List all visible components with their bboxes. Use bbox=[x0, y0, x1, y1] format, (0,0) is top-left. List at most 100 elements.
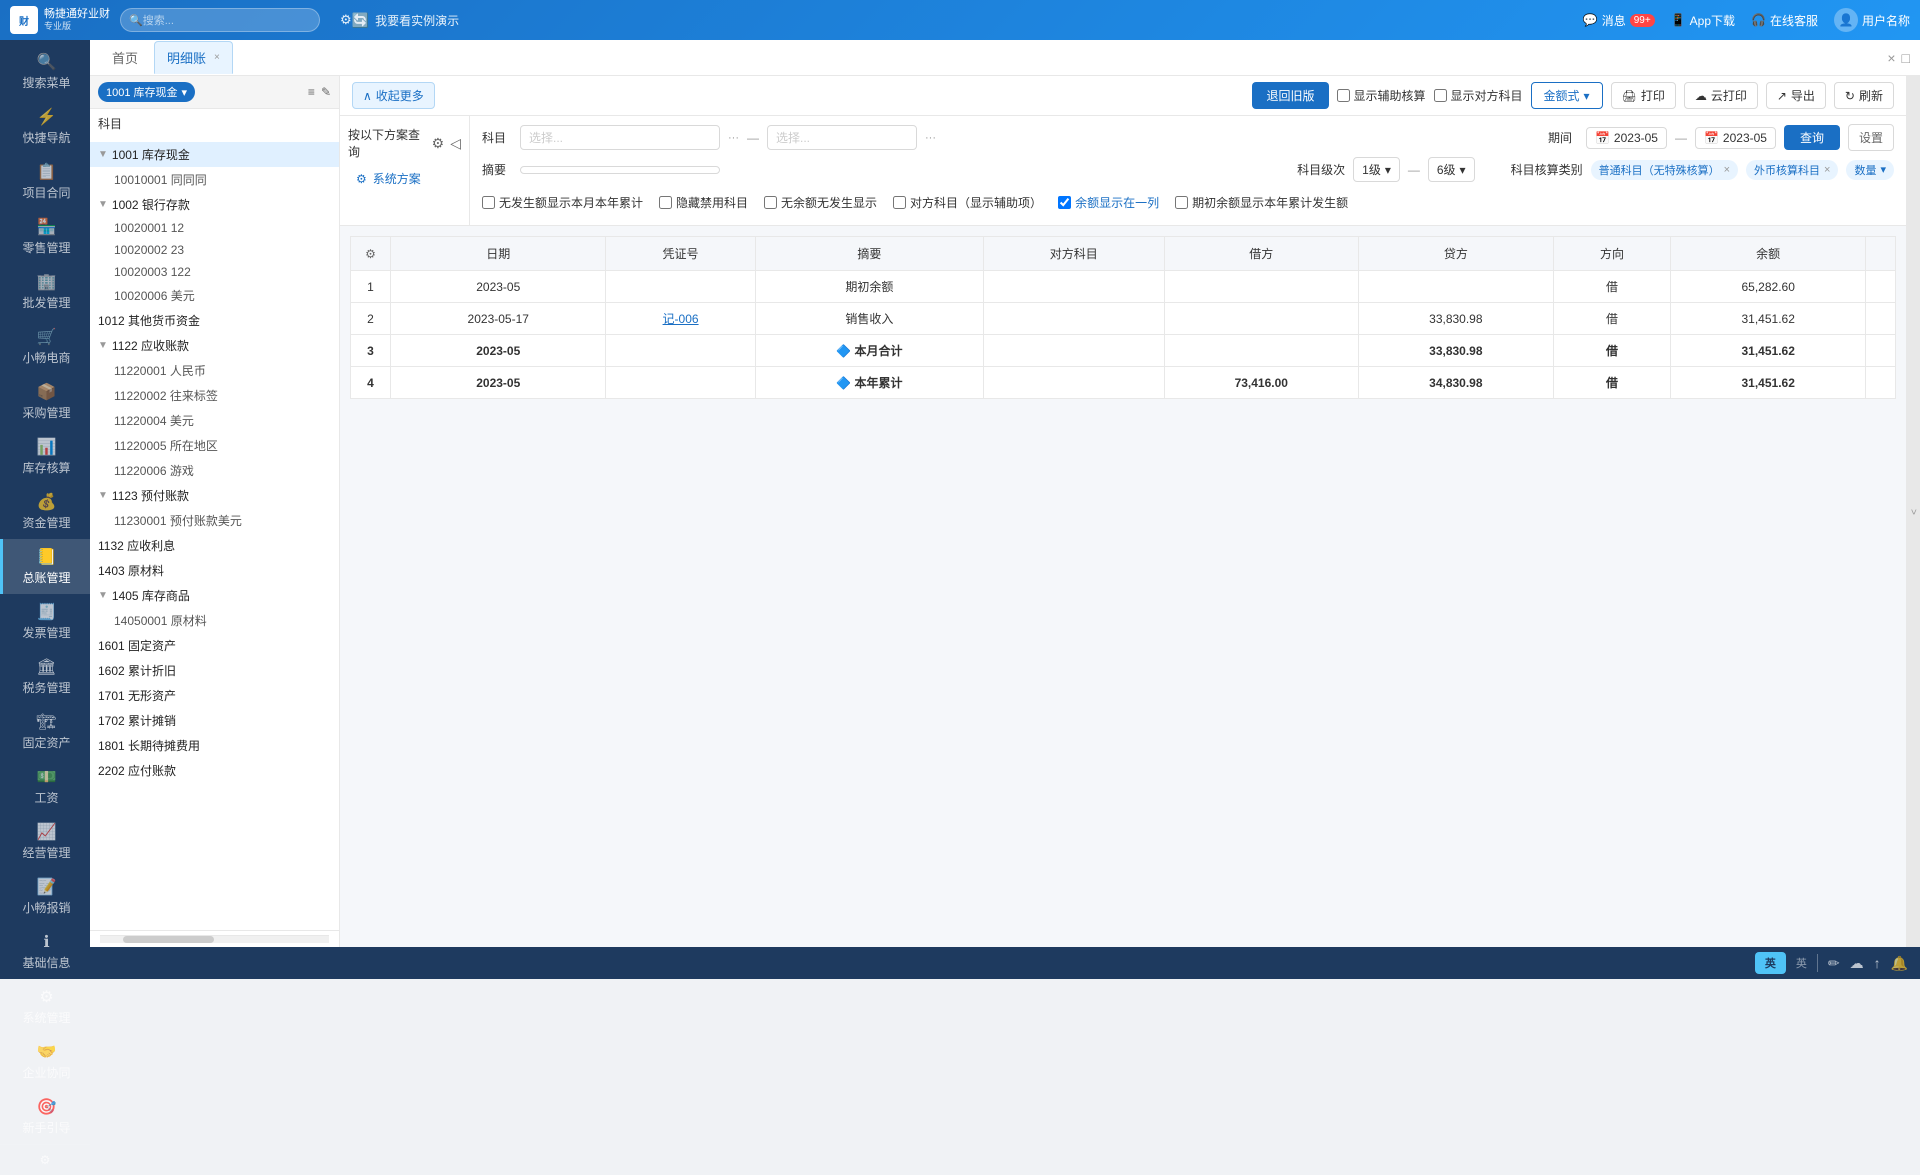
bell-icon-bottom[interactable]: 🔔 bbox=[1891, 955, 1908, 972]
sidebar-item-search[interactable]: 🔍 搜索菜单 bbox=[0, 44, 90, 99]
settings-btn[interactable]: 设置 bbox=[1848, 124, 1894, 151]
sidebar-item-wholesale[interactable]: 🏢 批发管理 bbox=[0, 264, 90, 319]
online-service-btn[interactable]: 🎧 在线客服 bbox=[1751, 12, 1818, 29]
cb-balance-one-col-input[interactable] bbox=[1058, 196, 1071, 209]
tree-node-14050001[interactable]: 14050001 原材料 bbox=[90, 608, 339, 633]
currency-type-btn[interactable]: 金额式 ▾ bbox=[1531, 82, 1603, 109]
tree-scrollbar[interactable] bbox=[100, 935, 329, 943]
sidebar-item-purchase[interactable]: 📦 采购管理 bbox=[0, 374, 90, 429]
chip-foreign[interactable]: 外币核算科目 × bbox=[1746, 160, 1838, 180]
tree-node-10020001[interactable]: 10020001 12 bbox=[90, 217, 339, 239]
window-close-icon[interactable]: × bbox=[1887, 50, 1895, 66]
edit-icon[interactable]: ✎ bbox=[321, 85, 331, 99]
gear-icon[interactable]: ⚙ bbox=[340, 12, 352, 28]
sidebar-item-guide[interactable]: 🎯 新手引导 bbox=[0, 1089, 90, 1144]
tree-node-11220005[interactable]: 11220005 所在地区 bbox=[90, 433, 339, 458]
chip-normal[interactable]: 普通科目（无特殊核算） × bbox=[1591, 160, 1738, 180]
export-btn[interactable]: ↗ 导出 bbox=[1766, 82, 1826, 109]
tree-node-1601[interactable]: 1601 固定资产 bbox=[90, 633, 339, 658]
print-btn[interactable]: 🖨 打印 bbox=[1611, 82, 1676, 109]
tree-node-1002[interactable]: ▼ 1002 银行存款 bbox=[90, 192, 339, 217]
top-search-box[interactable]: 🔍 搜索... bbox=[120, 8, 320, 32]
table-settings-icon[interactable]: ⚙ bbox=[365, 247, 376, 261]
cloud-icon-bottom[interactable]: ☁ bbox=[1850, 955, 1864, 972]
summary-input[interactable] bbox=[520, 166, 720, 174]
sidebar-settings-btn[interactable]: ⚙ bbox=[0, 1144, 90, 1175]
upload-icon-bottom[interactable]: ↑ bbox=[1874, 955, 1881, 971]
cb-no-balance[interactable]: 无余额无发生显示 bbox=[764, 194, 877, 211]
show-aux-checkbox[interactable] bbox=[1337, 89, 1350, 102]
sidebar-item-general-ledger[interactable]: 📒 总账管理 bbox=[0, 539, 90, 594]
subject-input[interactable]: 选择... bbox=[520, 125, 720, 150]
window-maximize-icon[interactable]: □ bbox=[1902, 50, 1910, 66]
tree-node-11230001[interactable]: 11230001 预付账款美元 bbox=[90, 508, 339, 533]
sidebar-item-quick-nav[interactable]: ⚡ 快捷导航 bbox=[0, 99, 90, 154]
tree-node-11220001[interactable]: 11220001 人民币 bbox=[90, 358, 339, 383]
tree-node-1012[interactable]: 1012 其他货币资金 bbox=[90, 308, 339, 333]
cb-balance-one-col[interactable]: 余额显示在一列 bbox=[1058, 194, 1159, 211]
tree-node-10010001[interactable]: 10010001 同同同 bbox=[90, 167, 339, 192]
tree-node-1122[interactable]: ▼ 1122 应收账款 bbox=[90, 333, 339, 358]
sidebar-item-basic-info[interactable]: ℹ 基础信息 bbox=[0, 924, 90, 979]
cb-no-amount-input[interactable] bbox=[482, 196, 495, 209]
app-download-btn[interactable]: 📱 App下载 bbox=[1671, 12, 1735, 29]
sidebar-item-payroll[interactable]: 💵 工资 bbox=[0, 759, 90, 814]
show-opposite-checkbox[interactable] bbox=[1434, 89, 1447, 102]
sidebar-item-retail[interactable]: 🏪 零售管理 bbox=[0, 209, 90, 264]
sidebar-item-invoice[interactable]: 🧾 发票管理 bbox=[0, 594, 90, 649]
tab-home[interactable]: 首页 bbox=[100, 42, 150, 73]
period-start-input[interactable]: 📅 2023-05 bbox=[1586, 127, 1667, 149]
sidebar-item-operations[interactable]: 📈 经营管理 bbox=[0, 814, 90, 869]
cb-period-balance[interactable]: 期初余额显示本年累计发生额 bbox=[1175, 194, 1348, 211]
tree-node-1801[interactable]: 1801 长期待摊费用 bbox=[90, 733, 339, 758]
tree-node-10020002[interactable]: 10020002 23 bbox=[90, 239, 339, 261]
level-start-select[interactable]: 1级 ▾ bbox=[1353, 157, 1400, 182]
chip-close-icon[interactable]: × bbox=[1724, 164, 1730, 176]
tree-node-11220002[interactable]: 11220002 往来标签 bbox=[90, 383, 339, 408]
right-collapse-handle[interactable]: > bbox=[1906, 76, 1920, 947]
chip-close-icon-2[interactable]: × bbox=[1824, 164, 1830, 176]
sidebar-item-system[interactable]: ⚙ 系统管理 bbox=[0, 979, 90, 1034]
period-end-input[interactable]: 📅 2023-05 bbox=[1695, 127, 1776, 149]
edit-icon-bottom[interactable]: ✏ bbox=[1828, 955, 1840, 972]
refresh-btn[interactable]: ↻ 刷新 bbox=[1834, 82, 1894, 109]
subject-end-input[interactable]: 选择... bbox=[767, 125, 917, 150]
notification-btn[interactable]: 💬 消息 99+ bbox=[1583, 12, 1655, 29]
cb-period-balance-input[interactable] bbox=[1175, 196, 1188, 209]
cb-hide-disabled-input[interactable] bbox=[659, 196, 672, 209]
tree-node-11220004[interactable]: 11220004 美元 bbox=[90, 408, 339, 433]
scheme-system-item[interactable]: ⚙ 系统方案 bbox=[348, 166, 461, 191]
user-avatar[interactable]: 👤 用户名称 bbox=[1834, 8, 1910, 32]
chip-quantity[interactable]: 数量 ▾ bbox=[1846, 160, 1894, 180]
filter-close-icon[interactable]: ◁ bbox=[450, 135, 461, 152]
tab-close-icon[interactable]: × bbox=[214, 52, 220, 63]
current-subject-tag[interactable]: 1001 库存现金 ▾ bbox=[98, 82, 195, 102]
cb-hide-disabled[interactable]: 隐藏禁用科目 bbox=[659, 194, 748, 211]
expand-more-btn[interactable]: ∧ 收起更多 bbox=[352, 82, 435, 109]
tree-node-2202[interactable]: 2202 应付账款 bbox=[90, 758, 339, 783]
tree-node-10020006[interactable]: 10020006 美元 bbox=[90, 283, 339, 308]
sidebar-item-capital[interactable]: 💰 资金管理 bbox=[0, 484, 90, 539]
tree-node-1403[interactable]: 1403 原材料 bbox=[90, 558, 339, 583]
tree-node-1602[interactable]: 1602 累计折旧 bbox=[90, 658, 339, 683]
cb-opposite-subject[interactable]: 对方科目（显示辅助项） bbox=[893, 194, 1042, 211]
tree-node-1405[interactable]: ▼ 1405 库存商品 bbox=[90, 583, 339, 608]
cell-voucher-2[interactable]: 记-006 bbox=[606, 303, 755, 335]
sidebar-item-report[interactable]: 📝 小畅报销 bbox=[0, 869, 90, 924]
tab-detail-account[interactable]: 明细账 × bbox=[154, 41, 233, 74]
cb-no-balance-input[interactable] bbox=[764, 196, 777, 209]
sidebar-item-fixed-assets[interactable]: 🏗 固定资产 bbox=[0, 704, 90, 759]
return-old-version-btn[interactable]: 退回旧版 bbox=[1252, 82, 1328, 109]
tree-node-1132[interactable]: 1132 应收利息 bbox=[90, 533, 339, 558]
cb-no-amount[interactable]: 无发生额显示本月本年累计 bbox=[482, 194, 643, 211]
col-settings[interactable]: ⚙ bbox=[351, 237, 391, 271]
tree-node-1701[interactable]: 1701 无形资产 bbox=[90, 683, 339, 708]
demo-link-area[interactable]: 🔄 我要看实例演示 bbox=[352, 12, 1583, 29]
list-icon[interactable]: ≡ bbox=[308, 85, 315, 99]
tree-node-1001[interactable]: ▼ 1001 库存现金 bbox=[90, 142, 339, 167]
lang-switch-btn[interactable]: 英 bbox=[1755, 952, 1786, 974]
tree-node-1123[interactable]: ▼ 1123 预付账款 bbox=[90, 483, 339, 508]
sidebar-item-ecommerce[interactable]: 🛒 小畅电商 bbox=[0, 319, 90, 374]
tree-node-11220006[interactable]: 11220006 游戏 bbox=[90, 458, 339, 483]
level-end-select[interactable]: 6级 ▾ bbox=[1428, 157, 1475, 182]
